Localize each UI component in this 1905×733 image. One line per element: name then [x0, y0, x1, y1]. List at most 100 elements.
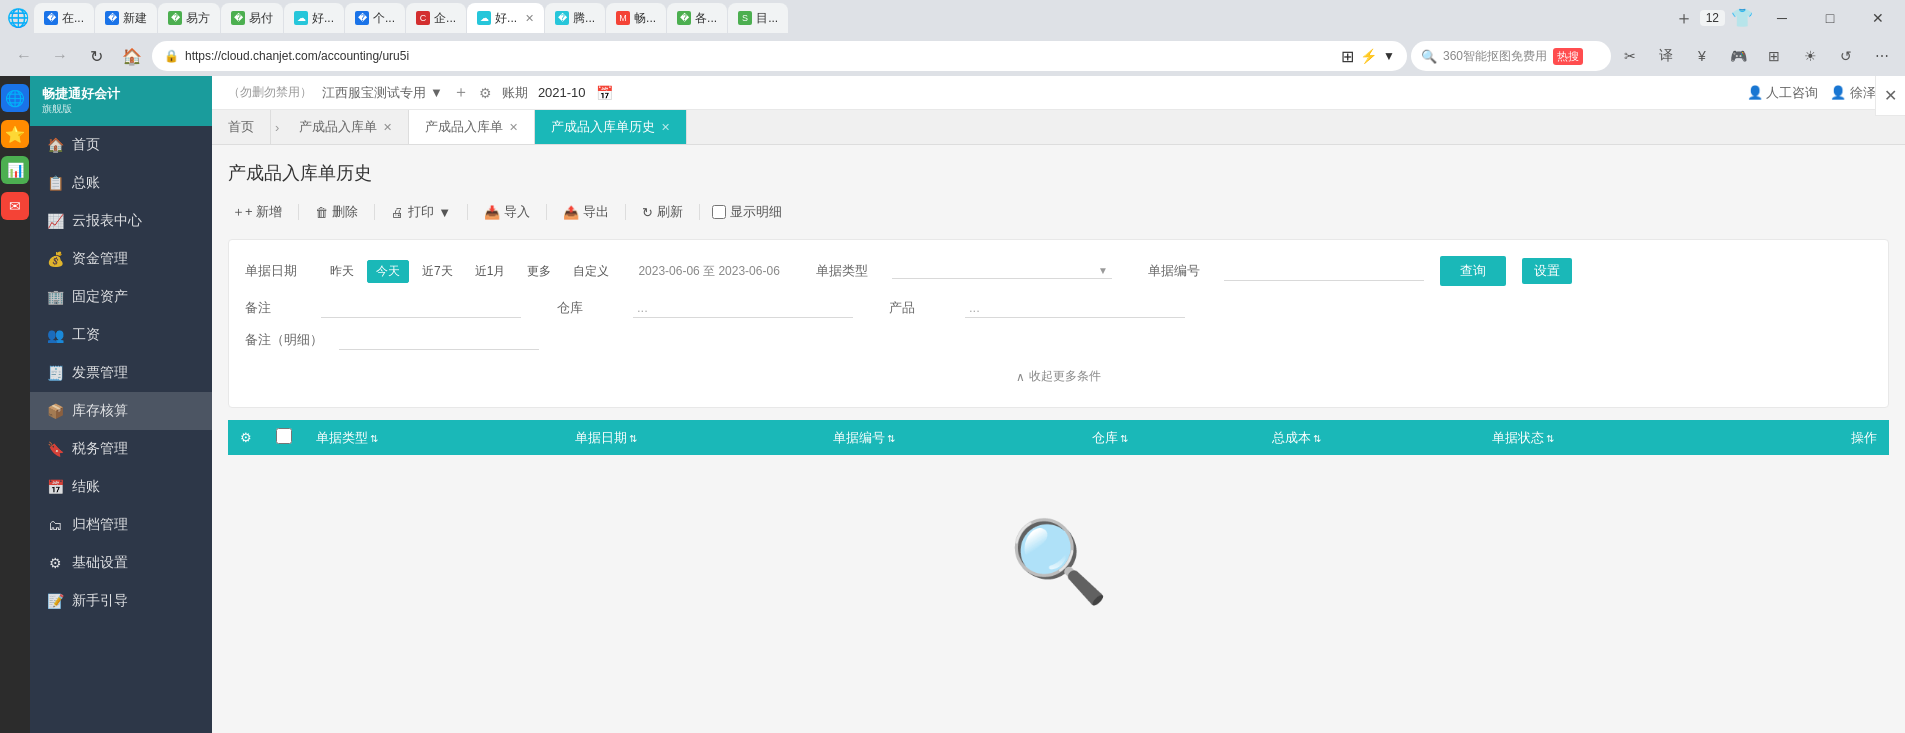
browser-tab-tab10[interactable]: M 畅... [606, 3, 666, 33]
import-button[interactable]: 📥 导入 [480, 201, 534, 223]
sidebar-item-settings[interactable]: ⚙ 基础设置 [30, 544, 212, 582]
table-col-status[interactable]: 单据状态⇅ [1480, 420, 1739, 455]
browser-tab-tab8[interactable]: ☁ 好... ✕ [467, 3, 544, 33]
forward-button[interactable]: → [44, 40, 76, 72]
sidebar-item-inventory[interactable]: 📦 库存核算 [30, 392, 212, 430]
query-button[interactable]: 查询 [1440, 256, 1506, 286]
sidebar-item-ledger[interactable]: 📋 总账 [30, 164, 212, 202]
date-btn-yesterday[interactable]: 昨天 [321, 260, 363, 283]
breadcrumb-home[interactable]: 首页 [212, 110, 271, 144]
browser-tab-tab11[interactable]: � 各... [667, 3, 727, 33]
date-btn-today[interactable]: 今天 [367, 260, 409, 283]
page-tab-tab-history[interactable]: 产成品入库单历史 ✕ [535, 110, 687, 144]
sidebar-item-reports[interactable]: 📈 云报表中心 [30, 202, 212, 240]
breadcrumb-parent[interactable]: 产成品入库单✕ [283, 110, 409, 144]
new-tab-button[interactable]: ＋ [1670, 4, 1698, 32]
sort-icon-total_cost[interactable]: ⇅ [1313, 433, 1321, 444]
browser-tab-tab9[interactable]: � 腾... [545, 3, 605, 33]
close-button[interactable]: ✕ [1855, 0, 1901, 36]
content-close-button[interactable]: ✕ [1875, 76, 1905, 116]
browser-tab-tab2[interactable]: � 新建 [95, 3, 157, 33]
grid-icon[interactable]: ⊞ [1341, 47, 1354, 66]
show-detail-checkbox[interactable] [712, 205, 726, 219]
browser-tab-tab3[interactable]: � 易方 [158, 3, 220, 33]
add-button[interactable]: ＋ + 新增 [228, 201, 286, 223]
delete-button[interactable]: 🗑 删除 [311, 201, 362, 223]
sort-icon-warehouse[interactable]: ⇅ [1120, 433, 1128, 444]
sidebar-item-tax[interactable]: 🔖 税务管理 [30, 430, 212, 468]
refresh-button[interactable]: ↻ 刷新 [638, 201, 687, 223]
scissors-icon[interactable]: ✂ [1615, 41, 1645, 71]
export-button[interactable]: 📤 导出 [559, 201, 613, 223]
browser-tab-tab6[interactable]: � 个... [345, 3, 405, 33]
sidebar-item-more[interactable]: 📝 新手引导 [30, 582, 212, 620]
sidebar-item-checkout[interactable]: 📅 结账 [30, 468, 212, 506]
note-input[interactable] [321, 298, 521, 318]
back-button[interactable]: ← [8, 40, 40, 72]
tab-close-tab-history[interactable]: ✕ [661, 121, 670, 134]
search-bar[interactable]: 🔍 360智能抠图免费用 热搜 [1411, 41, 1611, 71]
show-detail-toggle[interactable]: 显示明细 [712, 203, 782, 221]
warehouse-select[interactable]: ... [633, 298, 853, 318]
app-icon-browser[interactable]: 🌐 [1, 84, 29, 112]
select-all-checkbox[interactable] [276, 428, 292, 444]
account-select[interactable]: 江西服宝测试专用 ▼ [322, 84, 443, 102]
sidebar-item-salary[interactable]: 👥 工资 [30, 316, 212, 354]
gear-icon[interactable]: ⚙ [240, 430, 252, 445]
product-select[interactable]: ... [965, 298, 1185, 318]
sort-icon-status[interactable]: ⇅ [1546, 433, 1554, 444]
table-col-warehouse[interactable]: 仓库⇅ [1080, 420, 1260, 455]
sort-icon-date[interactable]: ⇅ [629, 433, 637, 444]
date-btn-more[interactable]: 更多 [518, 260, 560, 283]
apps-icon[interactable]: ⊞ [1759, 41, 1789, 71]
table-col-type[interactable]: 单据类型⇅ [304, 420, 563, 455]
collapse-button[interactable]: ∧ 收起更多条件 [245, 362, 1872, 391]
bill-no-input[interactable] [1224, 261, 1424, 281]
add-account-icon[interactable]: ＋ [453, 82, 469, 103]
lightning-icon[interactable]: ⚡ [1360, 48, 1377, 64]
address-input[interactable]: 🔒 https://cloud.chanjet.com/accounting/u… [152, 41, 1407, 71]
date-btn-custom[interactable]: 自定义 [564, 260, 618, 283]
app-icon-chart[interactable]: 📊 [1, 156, 29, 184]
table-col-bill_no[interactable]: 单据编号⇅ [821, 420, 1080, 455]
filter-settings-button[interactable]: 设置 [1522, 258, 1572, 284]
dropdown-icon[interactable]: ▼ [1383, 49, 1395, 63]
browser-tab-tab5[interactable]: ☁ 好... [284, 3, 344, 33]
yuan-icon[interactable]: ¥ [1687, 41, 1717, 71]
user-service[interactable]: 👤 人工咨询 [1747, 84, 1819, 102]
detail-note-input[interactable] [339, 330, 539, 350]
minimize-button[interactable]: ─ [1759, 0, 1805, 36]
undo-icon[interactable]: ↺ [1831, 41, 1861, 71]
date-btn-1month[interactable]: 近1月 [466, 260, 515, 283]
table-col-date[interactable]: 单据日期⇅ [563, 420, 822, 455]
sidebar-item-funds[interactable]: 💰 资金管理 [30, 240, 212, 278]
browser-tab-tab7[interactable]: C 企... [406, 3, 466, 33]
print-button[interactable]: 🖨 打印 ▼ [387, 201, 455, 223]
tab-count[interactable]: 12 [1700, 10, 1725, 26]
sidebar-item-home[interactable]: 🏠 首页 [30, 126, 212, 164]
browser-tab-tab1[interactable]: � 在... [34, 3, 94, 33]
translate-icon[interactable]: 译 [1651, 41, 1681, 71]
type-select[interactable]: ▼ [892, 263, 1112, 279]
sort-icon-type[interactable]: ⇅ [370, 433, 378, 444]
refresh-button[interactable]: ↻ [80, 40, 112, 72]
sidebar-item-archive[interactable]: 🗂 归档管理 [30, 506, 212, 544]
more-icon[interactable]: ⋯ [1867, 41, 1897, 71]
page-tab-tab-list[interactable]: 产成品入库单 ✕ [409, 110, 535, 144]
date-btn-7days[interactable]: 近7天 [413, 260, 462, 283]
settings-gear-icon[interactable]: ⚙ [479, 85, 492, 101]
game-icon[interactable]: 🎮 [1723, 41, 1753, 71]
parent-tab-close[interactable]: ✕ [383, 121, 392, 134]
sidebar-item-fixed[interactable]: 🏢 固定资产 [30, 278, 212, 316]
sun-icon[interactable]: ☀ [1795, 41, 1825, 71]
extension-icon[interactable]: 👕 [1727, 3, 1757, 33]
calendar-icon[interactable]: 📅 [596, 85, 613, 101]
table-col-total_cost[interactable]: 总成本⇅ [1260, 420, 1480, 455]
home-button[interactable]: 🏠 [116, 40, 148, 72]
browser-tab-tab12[interactable]: S 目... [728, 3, 788, 33]
sort-icon-bill_no[interactable]: ⇅ [887, 433, 895, 444]
app-icon-mail[interactable]: ✉ [1, 192, 29, 220]
tab-close-tab-list[interactable]: ✕ [509, 121, 518, 134]
sidebar-item-invoice[interactable]: 🧾 发票管理 [30, 354, 212, 392]
maximize-button[interactable]: □ [1807, 0, 1853, 36]
